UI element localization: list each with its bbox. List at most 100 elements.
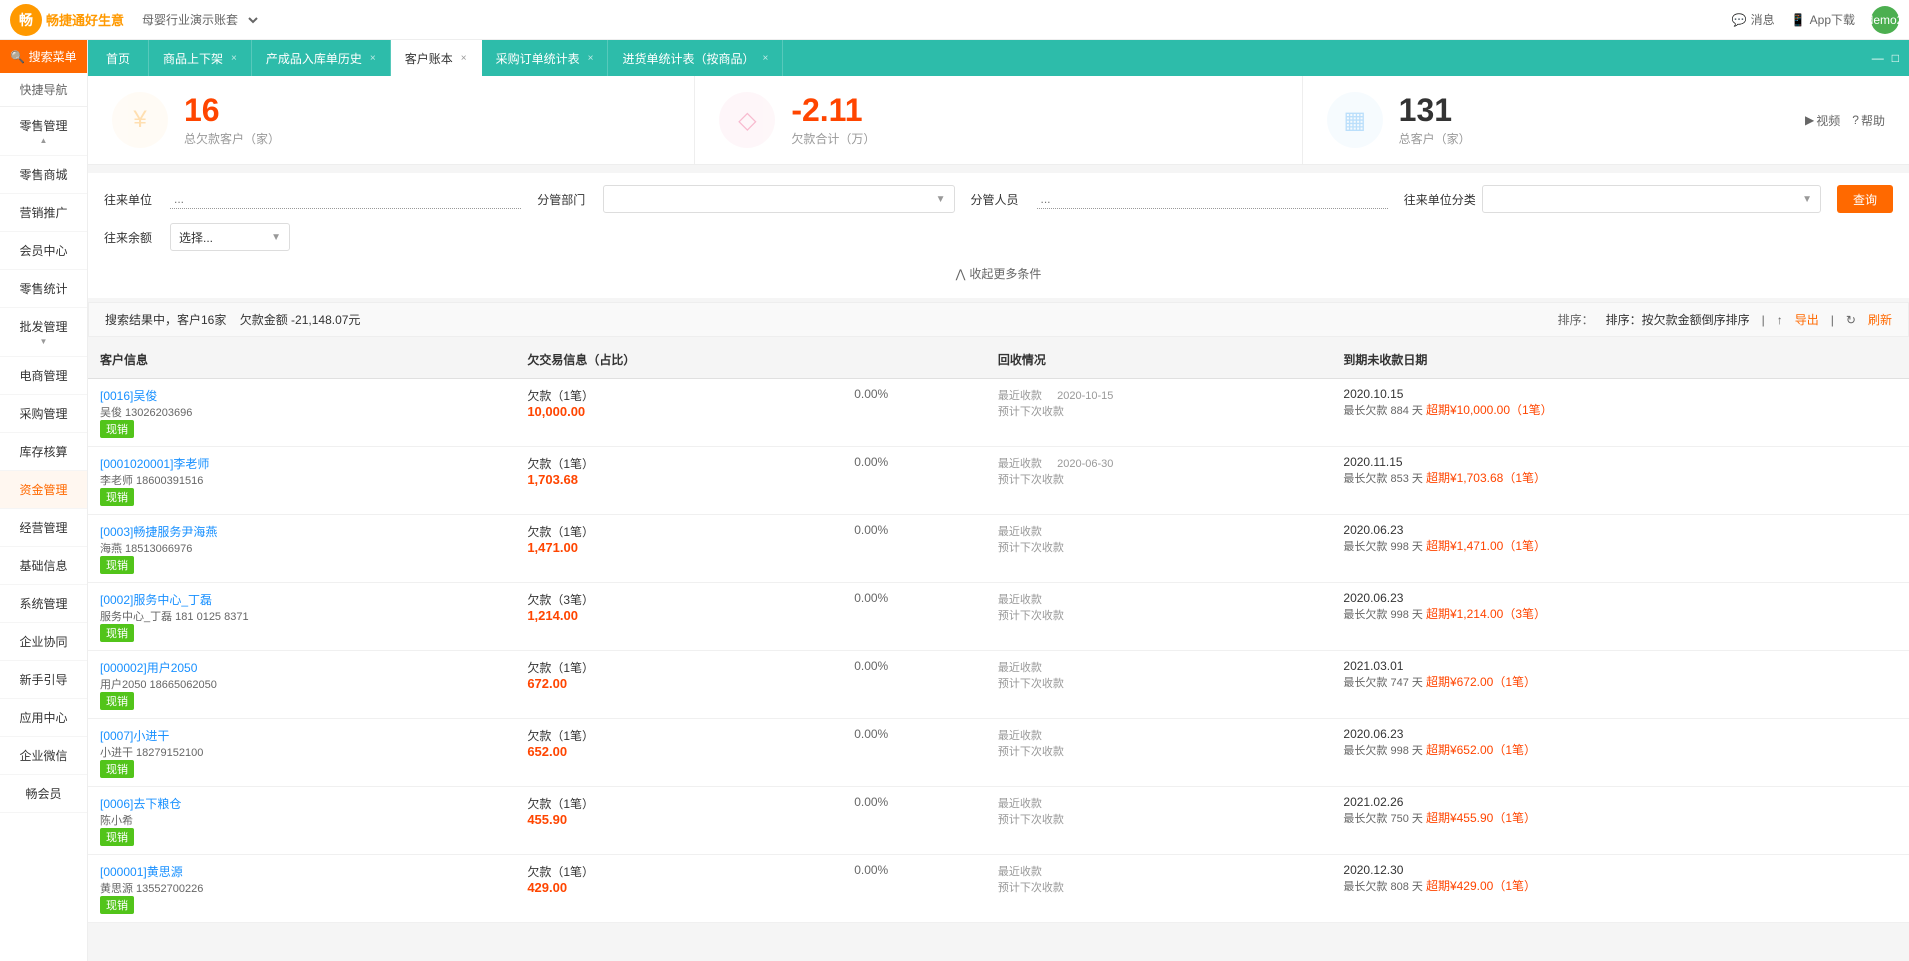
cell-return: 最近收款 预计下次收款 [986,855,1332,923]
help-button[interactable]: ? 帮助 [1852,112,1885,129]
filter-area: 往来单位 分管部门 ▼ 分管人员 [88,173,1909,298]
sidebar-item-new-guide[interactable]: 新手引导 [0,661,87,699]
message-button[interactable]: 💬 消息 [1732,11,1775,28]
cell-due-date: 2020.11.15 最长欠款 853 天 超期¥1,703.68（1笔） [1331,447,1909,515]
customer-name-link[interactable]: [0002]服务中心_丁磊 [100,591,503,608]
customer-name-link[interactable]: [000001]黄思源 [100,863,503,880]
table-row: [0002]服务中心_丁磊 服务中心_丁磊 181 0125 8371 现销 欠… [88,583,1909,651]
maximize-icon[interactable]: □ [1892,51,1899,65]
tab-purchase-stats[interactable]: 进货单统计表（按商品） × [608,40,783,76]
sidebar-quick-nav[interactable]: 快捷导航 [0,73,87,107]
overdue-amount-link[interactable]: 超期¥1,214.00（3笔） [1426,607,1546,621]
from-unit-input[interactable] [170,190,521,209]
sidebar-item-purchase[interactable]: 采购管理 [0,395,87,433]
sidebar-item-app-center[interactable]: 应用中心 [0,699,87,737]
minimize-icon[interactable]: — [1872,51,1884,65]
cell-debt-info: 欠款（1笔） 672.00 [515,651,842,719]
cell-debt-info: 欠款（1笔） 429.00 [515,855,842,923]
sidebar-item-ecommerce[interactable]: 电商管理 [0,357,87,395]
cell-customer-info: [0016]吴俊 吴俊 13026203696 现销 [88,379,515,447]
customer-name-link[interactable]: [0007]小进干 [100,727,503,744]
tab-close-icon-2[interactable]: × [370,53,376,64]
overdue-amount-link[interactable]: 超期¥652.00（1笔） [1426,743,1536,757]
customer-name-link[interactable]: [0006]去下粮仓 [100,795,503,812]
status-badge: 现销 [100,624,134,642]
overdue-amount-link[interactable]: 超期¥1,471.00（1笔） [1426,539,1546,553]
debt-count: 欠款（3笔） [527,591,830,608]
sidebar-item-retail-mgmt[interactable]: 零售管理 ▲ [0,107,87,156]
person-input[interactable] [1037,190,1388,209]
total-debt-amount: -2.11 [791,94,875,126]
avatar[interactable]: demo2 [1871,6,1899,34]
overdue-amount-link[interactable]: 超期¥1,703.68（1笔） [1426,471,1546,485]
summary-card-2: ◇ -2.11 欠款合计（万） [695,76,1302,164]
overdue-days: 最长欠款 853 天 超期¥1,703.68（1笔） [1343,469,1897,486]
col-debt-info: 欠交易信息（占比） [515,341,842,379]
cell-debt-info: 欠款（1笔） 10,000.00 [515,379,842,447]
cell-due-date: 2021.03.01 最长欠款 747 天 超期¥672.00（1笔） [1331,651,1909,719]
tab-purchase-summary[interactable]: 采购订单统计表 × [482,40,609,76]
overdue-amount-link[interactable]: 超期¥455.90（1笔） [1426,811,1536,825]
sidebar-item-enterprise[interactable]: 企业协同 [0,623,87,661]
tab-bar: 首页 商品上下架 × 产成品入库单历史 × 客户账本 × 采购订单统计表 × [88,40,1909,76]
sidebar-search[interactable]: 🔍 搜索菜单 [0,40,87,73]
cell-customer-info: [000001]黄思源 黄思源 13552700226 现销 [88,855,515,923]
tab-home[interactable]: 首页 [88,40,149,76]
sidebar-item-member[interactable]: 会员中心 [0,232,87,270]
sidebar-item-operations[interactable]: 经营管理 [0,509,87,547]
tab-close-icon-4[interactable]: × [588,53,594,64]
sort-select[interactable]: 排序：按欠款金额倒序排序 [1606,311,1750,328]
cell-customer-info: [0007]小进干 小进干 18279152100 现销 [88,719,515,787]
cell-customer-info: [0006]去下粮仓 陈小希 现销 [88,787,515,855]
sidebar-item-system[interactable]: 系统管理 [0,585,87,623]
sidebar-item-enterprise-wechat[interactable]: 企业微信 [0,737,87,775]
tab-production-history[interactable]: 产成品入库单历史 × [252,40,391,76]
content-area: 首页 商品上下架 × 产成品入库单历史 × 客户账本 × 采购订单统计表 × [88,40,1909,961]
customer-name-link[interactable]: [000002]用户2050 [100,659,503,676]
cell-debt-percent: 0.00% [842,379,986,447]
sidebar-item-basic-info[interactable]: 基础信息 [0,547,87,585]
industry-select[interactable]: 母婴行业演示账套 [132,10,261,30]
balance-select[interactable]: 选择... ▼ [170,223,290,251]
collapse-button[interactable]: ⋀ 收起更多条件 [104,261,1893,286]
tab-close-icon[interactable]: × [231,53,237,64]
overdue-amount-link[interactable]: 超期¥672.00（1笔） [1426,675,1536,689]
tab-close-icon-5[interactable]: × [762,53,768,64]
sidebar-item-batch-mgmt[interactable]: 批发管理 ▼ [0,308,87,357]
export-button[interactable]: 导出 [1795,311,1819,328]
sidebar-item-finance[interactable]: 资金管理 [0,471,87,509]
top-bar-right: 💬 消息 📱 App下载 demo2 [1732,6,1899,34]
search-button[interactable]: 查询 [1837,185,1893,213]
tab-products-offline[interactable]: 商品上下架 × [149,40,252,76]
logo-text: 畅捷通好生意 [46,10,124,29]
sidebar-item-retail-mall[interactable]: 零售商城 [0,156,87,194]
customer-name-link[interactable]: [0001020001]李老师 [100,455,503,472]
col-debt-percent [842,341,986,379]
app-download-button[interactable]: 📱 App下载 [1791,11,1855,28]
card-body-1: 16 总欠款客户（家） [184,94,280,147]
overdue-amount-link[interactable]: 超期¥429.00（1笔） [1426,879,1536,893]
sidebar-item-member-plus[interactable]: 畅会员 [0,775,87,813]
refresh-button[interactable]: 刷新 [1868,311,1892,328]
cell-customer-info: [0001020001]李老师 李老师 18600391516 现销 [88,447,515,515]
tab-close-icon-3[interactable]: × [461,53,467,64]
return-next: 预计下次收款 [998,403,1320,419]
video-button[interactable]: ▶ 视频 [1805,112,1840,129]
overdue-days: 最长欠款 750 天 超期¥455.90（1笔） [1343,809,1897,826]
sidebar-item-marketing[interactable]: 营销推广 [0,194,87,232]
from-unit-label: 往来单位 [104,191,164,208]
sidebar: 🔍 搜索菜单 快捷导航 零售管理 ▲ 零售商城 营销推广 会员中心 零售统计 [0,40,88,961]
unit-class-select[interactable]: ▼ [1482,185,1821,213]
customer-name-link[interactable]: [0003]畅捷服务尹海燕 [100,523,503,540]
customer-name-link[interactable]: [0016]吴俊 [100,387,503,404]
sidebar-item-inventory[interactable]: 库存核算 [0,433,87,471]
overdue-days: 最长欠款 998 天 超期¥1,214.00（3笔） [1343,605,1897,622]
return-next: 预计下次收款 [998,471,1320,487]
dept-select[interactable]: ▼ [603,185,954,213]
cell-debt-info: 欠款（1笔） 652.00 [515,719,842,787]
cell-return: 最近收款 2020-06-30 预计下次收款 [986,447,1332,515]
overdue-amount-link[interactable]: 超期¥10,000.00（1笔） [1426,403,1553,417]
col-due-date: 到期未收款日期 [1331,341,1909,379]
tab-customer-account[interactable]: 客户账本 × [391,40,482,76]
sidebar-item-retail-stats[interactable]: 零售统计 [0,270,87,308]
